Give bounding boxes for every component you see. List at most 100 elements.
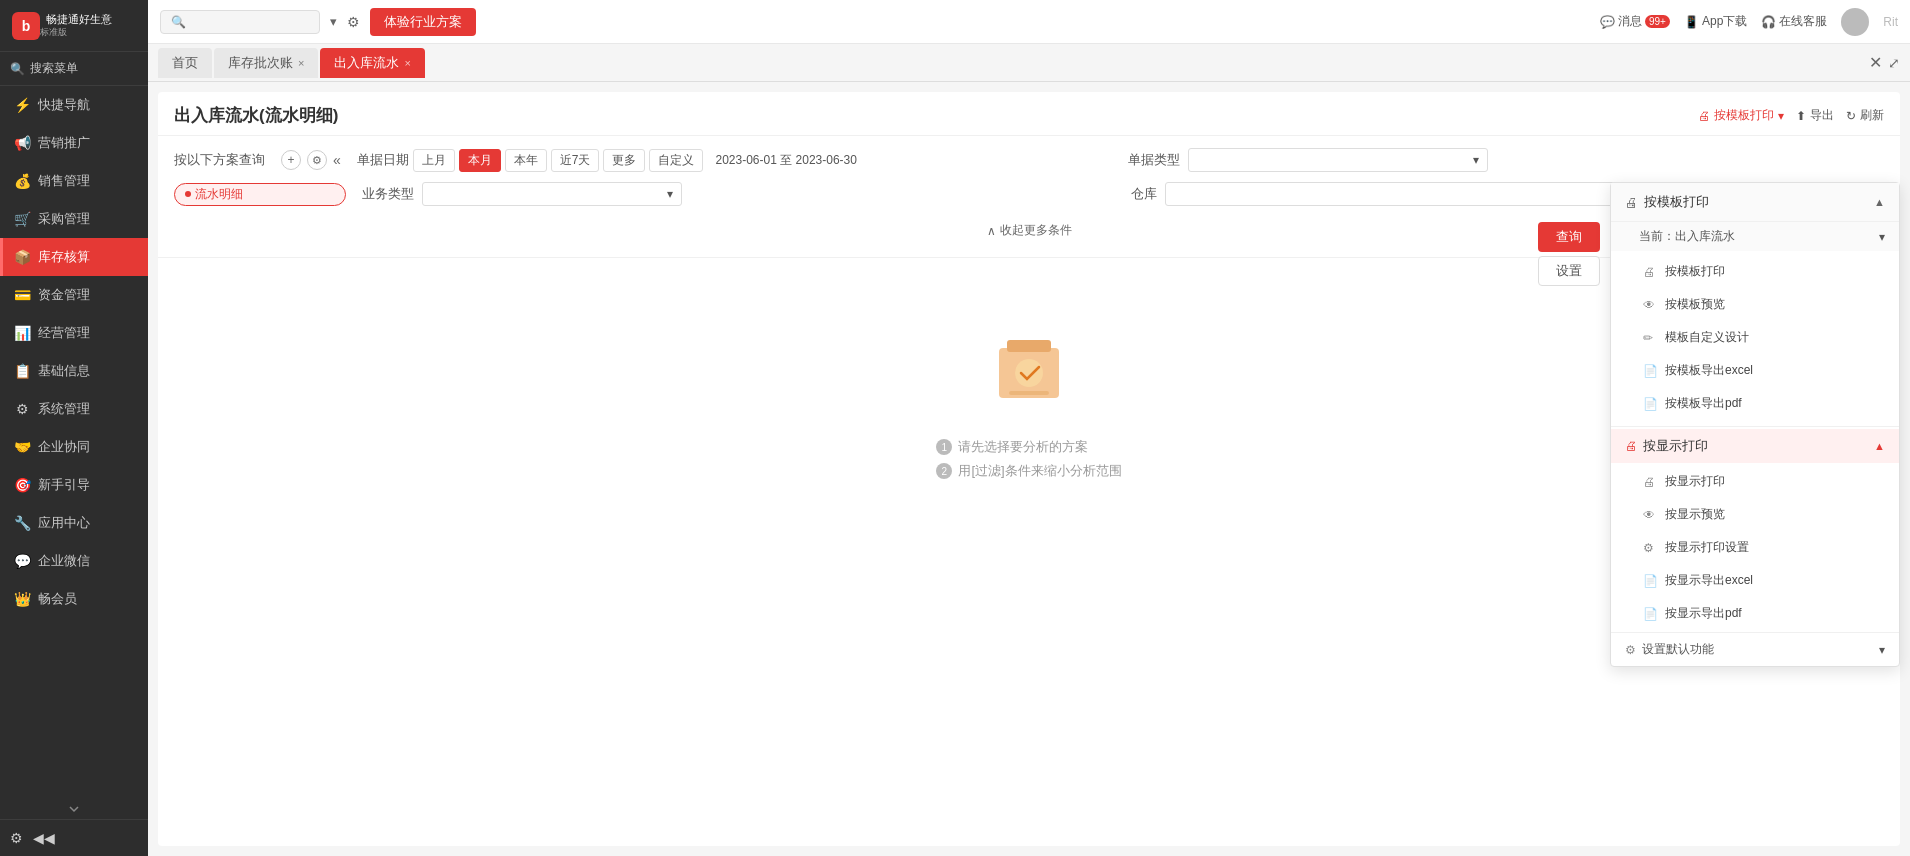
inventory-icon: 📦 [14, 249, 30, 265]
dropdown-template-section: 🖨 按模板打印 👁 按模板预览 ✏ 模板自定义设计 📄 按模板导出excel 📄 [1611, 251, 1899, 424]
filter-collapse-button[interactable]: « [333, 152, 341, 168]
dropdown-template-print[interactable]: 🖨 按模板打印 [1611, 255, 1899, 288]
sidebar-item-enterprise[interactable]: 🤝 企业协同 [0, 428, 148, 466]
collapse-sidebar-icon[interactable]: ◀◀ [33, 830, 55, 846]
export-btn[interactable]: ⬆ 导出 [1796, 107, 1834, 124]
close-tab-icon[interactable]: ✕ [1869, 53, 1882, 72]
dropdown-header-chevron[interactable]: ▲ [1874, 196, 1885, 208]
tab-home[interactable]: 首页 [158, 48, 212, 78]
dropdown-display-preview[interactable]: 👁 按显示预览 [1611, 498, 1899, 531]
date-custom-btn[interactable]: 自定义 [649, 149, 703, 172]
filter-tag-label: 流水明细 [195, 186, 243, 203]
sidebar-item-membership[interactable]: 👑 畅会员 [0, 580, 148, 618]
app-download-label: App下载 [1702, 13, 1747, 30]
sidebar-item-system[interactable]: ⚙ 系统管理 [0, 390, 148, 428]
dropdown-display-settings-label: 按显示打印设置 [1665, 539, 1749, 556]
trial-btn[interactable]: 体验行业方案 [370, 8, 476, 36]
doc-type-dropdown-arrow: ▾ [1473, 153, 1479, 167]
dropdown-template-pdf-label: 按模板导出pdf [1665, 395, 1742, 412]
tab-batch-account[interactable]: 库存批次账 × [214, 48, 318, 78]
customer-service-item[interactable]: 🎧 在线客服 [1761, 13, 1827, 30]
dropdown-display-excel[interactable]: 📄 按显示导出excel [1611, 564, 1899, 597]
operations-icon: 📊 [14, 325, 30, 341]
sidebar-item-inventory[interactable]: 📦 库存核算 [0, 238, 148, 276]
print-template-btn[interactable]: 🖨 按模板打印 ▾ [1698, 107, 1784, 124]
sidebar-item-operations[interactable]: 📊 经营管理 [0, 314, 148, 352]
settings-button[interactable]: 设置 [1538, 256, 1600, 286]
query-button[interactable]: 查询 [1538, 222, 1600, 252]
sidebar-item-quicknav[interactable]: ⚡ 快捷导航 [0, 86, 148, 124]
dropdown-template-pdf[interactable]: 📄 按模板导出pdf [1611, 387, 1899, 420]
dropdown-current-chevron: ▾ [1879, 230, 1885, 244]
sidebar-item-label: 基础信息 [38, 362, 90, 380]
collapse-chevron-icon: ∧ [987, 224, 996, 238]
tab-batch-account-close[interactable]: × [298, 57, 304, 69]
topbar-search[interactable]: 🔍 [160, 10, 320, 34]
date-last7days-btn[interactable]: 近7天 [551, 149, 600, 172]
search-menu-button[interactable]: 🔍 搜索菜单 [10, 60, 138, 77]
dropdown-display-print[interactable]: 🖨 按显示打印 [1611, 465, 1899, 498]
dropdown-display-group-header[interactable]: 🖨 按显示打印 ▲ [1611, 429, 1899, 463]
topbar-gear-icon[interactable]: ⚙ [347, 14, 360, 30]
customer-service-label: 在线客服 [1779, 13, 1827, 30]
tip-num-1: 1 [936, 439, 952, 455]
svg-point-2 [1015, 359, 1043, 387]
sidebar-item-guide[interactable]: 🎯 新手引导 [0, 466, 148, 504]
tabbar-actions: ✕ ⤢ [1869, 53, 1900, 72]
dropdown-display-pdf[interactable]: 📄 按显示导出pdf [1611, 597, 1899, 630]
tab-home-label: 首页 [172, 54, 198, 72]
dropdown-template-excel[interactable]: 📄 按模板导出excel [1611, 354, 1899, 387]
dropdown-display-chevron[interactable]: ▲ [1874, 440, 1885, 452]
query-actions: 查询 设置 [1538, 222, 1600, 286]
wechat-icon: 💬 [14, 553, 30, 569]
doc-type-select[interactable]: ▾ [1188, 148, 1488, 172]
dropdown-template-custom-icon: ✏ [1643, 331, 1657, 345]
dropdown-display-pdf-icon: 📄 [1643, 607, 1657, 621]
date-range-display: 2023-06-01 至 2023-06-30 [715, 152, 856, 169]
date-this-year-btn[interactable]: 本年 [505, 149, 547, 172]
sidebar-item-purchase[interactable]: 🛒 采购管理 [0, 200, 148, 238]
filter-tag-dot [185, 191, 191, 197]
dropdown-footer[interactable]: ⚙ 设置默认功能 ▾ [1611, 632, 1899, 666]
tab-inventory-flow[interactable]: 出入库流水 × [320, 48, 424, 78]
biz-type-select[interactable]: ▾ [422, 182, 682, 206]
sidebar-search-area[interactable]: 🔍 搜索菜单 [0, 52, 148, 86]
refresh-btn[interactable]: ↻ 刷新 [1846, 107, 1884, 124]
settings-bottom-icon[interactable]: ⚙ [10, 830, 23, 846]
sidebar-item-appcenter[interactable]: 🔧 应用中心 [0, 504, 148, 542]
filter-tag-shui-ming-xi[interactable]: 流水明细 [174, 183, 346, 206]
dropdown-header: 🖨 按模板打印 ▲ [1611, 183, 1899, 222]
filter-settings-button[interactable]: ⚙ [307, 150, 327, 170]
dropdown-display-preview-label: 按显示预览 [1665, 506, 1725, 523]
main-area: 🔍 ▾ ⚙ 体验行业方案 💬 消息 99+ 📱 App下载 🎧 在线客服 Rit [148, 0, 1910, 856]
dropdown-template-custom[interactable]: ✏ 模板自定义设计 [1611, 321, 1899, 354]
sidebar: b 畅捷通好生意 标准版 🔍 搜索菜单 ⚡ 快捷导航 📢 营销推广 💰 销售管理… [0, 0, 148, 856]
collapse-label: 收起更多条件 [1000, 222, 1072, 239]
sidebar-item-sales[interactable]: 💰 销售管理 [0, 162, 148, 200]
empty-tip-2: 2 用[过滤]条件来缩小分析范围 [936, 462, 1121, 480]
dropdown-current[interactable]: 当前：出入库流水 ▾ [1611, 222, 1899, 251]
sidebar-item-marketing[interactable]: 📢 营销推广 [0, 124, 148, 162]
sidebar-item-finance[interactable]: 💳 资金管理 [0, 276, 148, 314]
print-dropdown-arrow[interactable]: ▾ [1778, 109, 1784, 123]
dropdown-display-header-icon: 🖨 [1625, 439, 1637, 453]
date-last-month-btn[interactable]: 上月 [413, 149, 455, 172]
message-item[interactable]: 💬 消息 99+ [1600, 13, 1670, 30]
empty-tip-1: 1 请先选择要分析的方案 [936, 438, 1121, 456]
sidebar-item-basic[interactable]: 📋 基础信息 [0, 352, 148, 390]
app-name-block: 畅捷通好生意 标准版 [40, 12, 112, 39]
date-more-btn[interactable]: 更多 [603, 149, 645, 172]
filter-add-button[interactable]: + [281, 150, 301, 170]
dropdown-display-excel-label: 按显示导出excel [1665, 572, 1753, 589]
dropdown-template-print-icon: 🖨 [1643, 265, 1657, 279]
dropdown-template-preview[interactable]: 👁 按模板预览 [1611, 288, 1899, 321]
sidebar-item-wechat[interactable]: 💬 企业微信 [0, 542, 148, 580]
topbar-dropdown-arrow[interactable]: ▾ [330, 14, 337, 29]
user-avatar[interactable] [1841, 8, 1869, 36]
app-download-item[interactable]: 📱 App下载 [1684, 13, 1747, 30]
expand-tab-icon[interactable]: ⤢ [1888, 55, 1900, 71]
dropdown-footer-icon: ⚙ [1625, 643, 1636, 657]
dropdown-display-settings[interactable]: ⚙ 按显示打印设置 [1611, 531, 1899, 564]
tab-inventory-flow-close[interactable]: × [404, 57, 410, 69]
date-this-month-btn[interactable]: 本月 [459, 149, 501, 172]
